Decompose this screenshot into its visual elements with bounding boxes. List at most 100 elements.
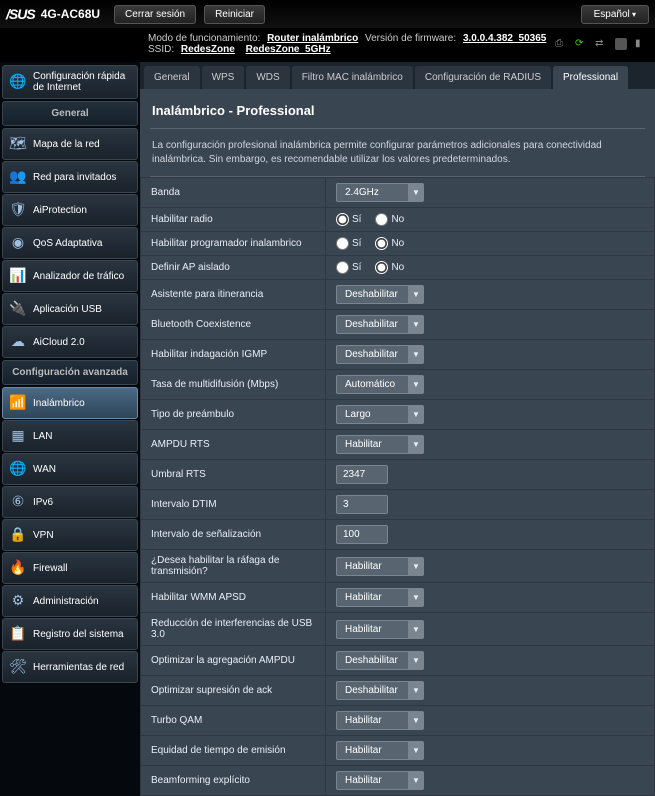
chevron-down-icon[interactable]: ▼ <box>408 285 424 304</box>
field-row-12: Intervalo de señalización <box>141 520 655 550</box>
radio-input[interactable] <box>375 261 388 274</box>
field-control-cell: Habilitar▼ <box>326 736 655 766</box>
field-label: Tasa de multidifusión (Mbps) <box>141 370 326 400</box>
main-content: GeneralWPSWDSFiltro MAC inalámbricoConfi… <box>140 62 655 796</box>
sidebar-item-general-6[interactable]: ☁AiCloud 2.0 <box>2 326 138 358</box>
field-label: Bluetooth Coexistence <box>141 310 326 340</box>
sidebar-item-advanced-7[interactable]: 📋Registro del sistema <box>2 618 138 650</box>
page-description: La configuración profesional inalámbrica… <box>140 129 655 176</box>
select-value[interactable]: Habilitar <box>336 620 408 639</box>
field-control-cell: Habilitar▼ <box>326 766 655 796</box>
tab-bar: GeneralWPSWDSFiltro MAC inalámbricoConfi… <box>140 62 655 89</box>
sidebar-icon: 🌐 <box>9 460 27 478</box>
sidebar-item-general-5[interactable]: 🔌Aplicación USB <box>2 293 138 325</box>
field-control-cell: Habilitar▼ <box>326 613 655 646</box>
chevron-down-icon[interactable]: ▼ <box>408 620 424 639</box>
select-value[interactable]: 2.4GHz <box>336 183 408 202</box>
select-value[interactable]: Habilitar <box>336 557 408 576</box>
chevron-down-icon[interactable]: ▼ <box>408 183 424 202</box>
radio-input[interactable] <box>336 261 349 274</box>
tab-3[interactable]: Filtro MAC inalámbrico <box>292 66 413 89</box>
text-input[interactable] <box>336 495 388 514</box>
field-row-1: Habilitar radio Sí No <box>141 208 655 232</box>
field-control-cell: Deshabilitar▼ <box>326 340 655 370</box>
mode-value[interactable]: Router inalámbrico <box>267 33 358 44</box>
sidebar-item-general-4[interactable]: 📊Analizador de tráfico <box>2 260 138 292</box>
sidebar-item-advanced-1[interactable]: ▦LAN <box>2 420 138 452</box>
select-value[interactable]: Deshabilitar <box>336 681 408 700</box>
chevron-down-icon[interactable]: ▼ <box>408 435 424 454</box>
chevron-down-icon[interactable]: ▼ <box>408 681 424 700</box>
sidebar-item-advanced-3[interactable]: ⑥IPv6 <box>2 486 138 518</box>
radio-input[interactable] <box>375 237 388 250</box>
ssid-1[interactable]: RedesZone <box>181 44 235 55</box>
radio-yes[interactable]: Sí <box>336 261 361 274</box>
sidebar-item-advanced-4[interactable]: 🔒VPN <box>2 519 138 551</box>
radio-input[interactable] <box>336 213 349 226</box>
radio-no[interactable]: No <box>375 213 404 226</box>
sidebar-item-advanced-5[interactable]: 🔥Firewall <box>2 552 138 584</box>
chevron-down-icon[interactable]: ▼ <box>408 771 424 790</box>
language-select[interactable]: Español <box>581 5 649 24</box>
chevron-down-icon[interactable]: ▼ <box>408 711 424 730</box>
select-value[interactable]: Habilitar <box>336 741 408 760</box>
field-row-0: Banda 2.4GHz▼ <box>141 178 655 208</box>
sidebar: 🌐 Configuración rápida de Internet Gener… <box>0 62 140 796</box>
tab-5[interactable]: Professional <box>553 66 628 89</box>
fw-value[interactable]: 3.0.0.4.382_50365 <box>463 33 546 44</box>
tab-1[interactable]: WPS <box>202 66 245 89</box>
radio-no[interactable]: No <box>375 261 404 274</box>
chevron-down-icon[interactable]: ▼ <box>408 375 424 394</box>
select-value[interactable]: Habilitar <box>336 588 408 607</box>
select-value[interactable]: Habilitar <box>336 435 408 454</box>
select-value[interactable]: Deshabilitar <box>336 285 408 304</box>
sidebar-item-advanced-2[interactable]: 🌐WAN <box>2 453 138 485</box>
sidebar-item-general-0[interactable]: 🗺Mapa de la red <box>2 128 138 160</box>
sidebar-item-advanced-0[interactable]: 📶Inalámbrico <box>2 387 138 419</box>
brand-logo: /SUS <box>6 6 35 22</box>
chevron-down-icon[interactable]: ▼ <box>408 557 424 576</box>
sidebar-item-label: Mapa de la red <box>33 139 100 150</box>
radio-input[interactable] <box>375 213 388 226</box>
sidebar-item-general-2[interactable]: 🛡AiProtection <box>2 194 138 226</box>
sidebar-item-general-3[interactable]: ◉QoS Adaptativa <box>2 227 138 259</box>
tab-0[interactable]: General <box>144 66 200 89</box>
chevron-down-icon[interactable]: ▼ <box>408 588 424 607</box>
field-row-9: AMPDU RTSHabilitar▼ <box>141 430 655 460</box>
radio-yes[interactable]: Sí <box>336 237 361 250</box>
select-value[interactable]: Largo <box>336 405 408 424</box>
radio-yes[interactable]: Sí <box>336 213 361 226</box>
sidebar-item-advanced-6[interactable]: ⚙Administración <box>2 585 138 617</box>
sidebar-item-label: AiProtection <box>33 205 87 216</box>
sidebar-item-advanced-8[interactable]: 🛠Herramientas de red <box>2 651 138 683</box>
chevron-down-icon[interactable]: ▼ <box>408 741 424 760</box>
select-value[interactable]: Automático <box>336 375 408 394</box>
tab-2[interactable]: WDS <box>246 66 289 89</box>
field-row-6: Habilitar indagación IGMPDeshabilitar▼ <box>141 340 655 370</box>
select-value[interactable]: Deshabilitar <box>336 345 408 364</box>
radio-input[interactable] <box>336 237 349 250</box>
chevron-down-icon[interactable]: ▼ <box>408 405 424 424</box>
select-value[interactable]: Habilitar <box>336 771 408 790</box>
sidebar-item-label: Inalámbrico <box>33 398 85 409</box>
field-label: Optimizar supresión de ack <box>141 676 326 706</box>
status-bar: Modo de funcionamiento: Router inalámbri… <box>0 28 655 62</box>
chevron-down-icon[interactable]: ▼ <box>408 345 424 364</box>
sidebar-item-general-1[interactable]: 👥Red para invitados <box>2 161 138 193</box>
chevron-down-icon[interactable]: ▼ <box>408 651 424 670</box>
radio-no[interactable]: No <box>375 237 404 250</box>
logout-button[interactable]: Cerrar sesión <box>114 5 196 24</box>
field-control-cell: Deshabilitar▼ <box>326 310 655 340</box>
sidebar-quick-setup[interactable]: 🌐 Configuración rápida de Internet <box>2 65 138 99</box>
select-value[interactable]: Deshabilitar <box>336 651 408 670</box>
select-value[interactable]: Deshabilitar <box>336 315 408 334</box>
ssid-2[interactable]: RedesZone_5GHz <box>246 44 331 55</box>
text-input[interactable] <box>336 465 388 484</box>
tab-4[interactable]: Configuración de RADIUS <box>415 66 551 89</box>
text-input[interactable] <box>336 525 388 544</box>
reboot-button[interactable]: Reiniciar <box>204 5 265 24</box>
field-label: Banda <box>141 178 326 208</box>
chevron-down-icon[interactable]: ▼ <box>408 315 424 334</box>
field-row-13: ¿Desea habilitar la ráfaga de transmisió… <box>141 550 655 583</box>
select-value[interactable]: Habilitar <box>336 711 408 730</box>
